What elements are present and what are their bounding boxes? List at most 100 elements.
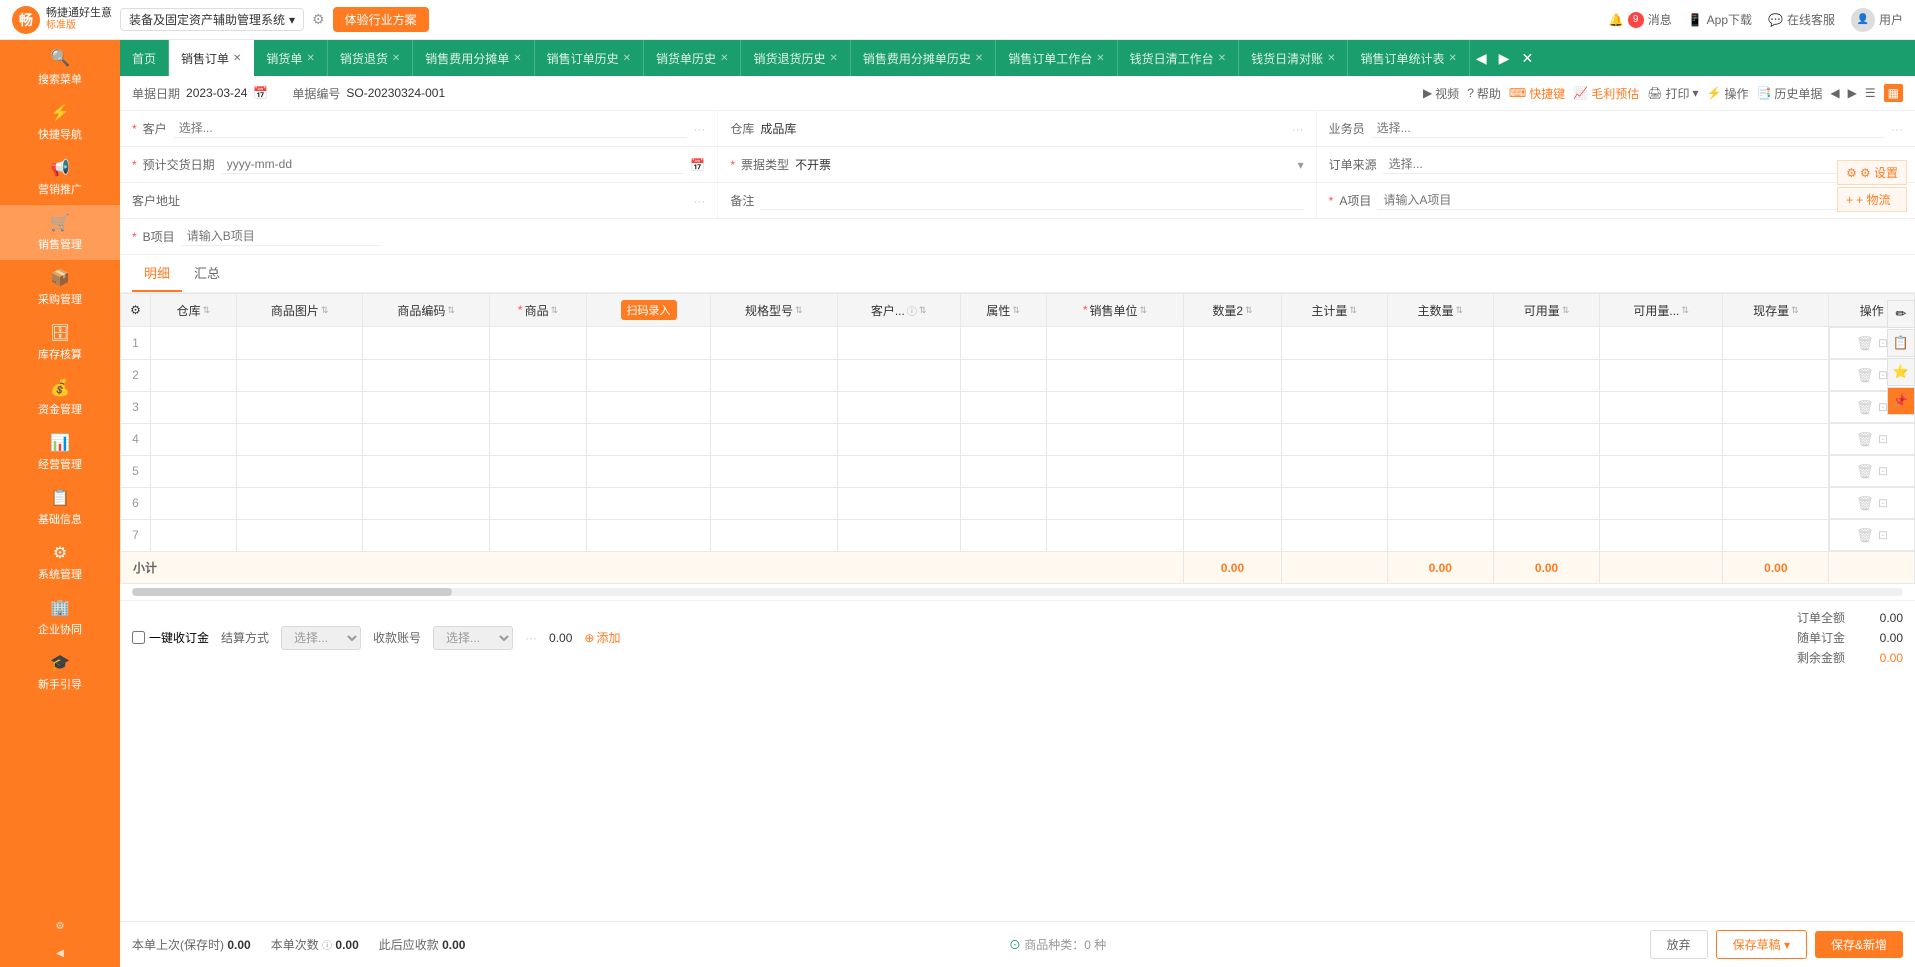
tab-sales-stats[interactable]: 销售订单统计表 ✕ (1348, 40, 1469, 76)
tab-close-cash-clear[interactable]: ✕ (1218, 53, 1226, 64)
warehouse-more-icon[interactable]: ··· (1292, 122, 1304, 136)
cell-spec[interactable] (710, 359, 837, 391)
tab-sales-ret-hist[interactable]: 销货单历史 ✕ (644, 40, 741, 76)
side-edit-btn[interactable]: ✏ (1887, 300, 1915, 328)
add-logistics-btn[interactable]: + + 物流 (1837, 187, 1907, 212)
scrollbar-thumb[interactable] (132, 588, 452, 596)
sidebar-item-search[interactable]: 🔍 搜索菜单 (0, 40, 120, 95)
view-list-btn[interactable]: ☰ (1865, 86, 1876, 100)
sidebar-item-finance[interactable]: 💰 资金管理 (0, 370, 120, 425)
operate-btn[interactable]: ⚡ 操作 (1706, 85, 1748, 102)
tab-close-sales-history[interactable]: ✕ (623, 53, 631, 64)
one-click-checkbox[interactable]: 一键收订金 (132, 629, 209, 646)
cell-customer-code[interactable] (837, 327, 960, 360)
cell-warehouse[interactable] (151, 455, 237, 487)
cell-qty2[interactable] (1184, 391, 1281, 423)
tab-cash-account[interactable]: 钱货日清对账 ✕ (1239, 40, 1348, 76)
tab-nav-close[interactable]: ✕ (1515, 50, 1539, 67)
cell-spec[interactable] (710, 487, 837, 519)
cell-main-qty[interactable] (1387, 423, 1493, 455)
delete-icon[interactable]: 🗑 (1856, 367, 1874, 384)
cell-unit[interactable] (1046, 391, 1184, 423)
cell-unit[interactable] (1046, 327, 1184, 360)
copy-row-icon[interactable]: ⊡ (1878, 528, 1888, 542)
history-btn[interactable]: 📑 历史单据 (1756, 85, 1822, 102)
cell-warehouse[interactable] (151, 327, 237, 360)
cell-attr[interactable] (960, 423, 1046, 455)
cell-attr[interactable] (960, 519, 1046, 552)
delete-icon[interactable]: 🗑 (1856, 431, 1874, 448)
sidebar-item-inventory[interactable]: 🗄 库存核算 (0, 315, 120, 370)
profit-btn[interactable]: 📈 毛利预估 (1573, 85, 1639, 102)
tab-nav-prev[interactable]: ◀ (1470, 50, 1493, 67)
tab-sales-fee-hist[interactable]: 销售费用分摊单历史 ✕ (851, 40, 996, 76)
sidebar-item-basic[interactable]: 📋 基础信息 (0, 480, 120, 535)
sidebar-item-system[interactable]: ⚙ 系统管理 (0, 535, 120, 590)
cell-attr[interactable] (960, 487, 1046, 519)
one-click-check[interactable] (132, 631, 145, 644)
delete-icon[interactable]: 🗑 (1856, 527, 1874, 544)
tab-close-sales-ret-hist[interactable]: ✕ (720, 53, 728, 64)
cell-attr[interactable] (960, 359, 1046, 391)
view-btn[interactable]: ▶ 视频 (1423, 85, 1459, 102)
cell-spec[interactable] (710, 455, 837, 487)
cell-warehouse[interactable] (151, 519, 237, 552)
cell-customer-code[interactable] (837, 359, 960, 391)
bank-select[interactable]: 选择... (433, 626, 513, 650)
cell-product[interactable] (489, 487, 586, 519)
delivery-calendar-icon[interactable]: 📅 (690, 158, 705, 172)
cell-qty2[interactable] (1184, 327, 1281, 360)
project-a-input[interactable] (1377, 191, 1903, 210)
cell-main-qty[interactable] (1387, 487, 1493, 519)
delete-icon[interactable]: 🗑 (1856, 495, 1874, 512)
print-btn[interactable]: 🖨 打印 ▾ (1647, 85, 1698, 102)
cell-product[interactable] (489, 455, 586, 487)
sidebar-item-purchase[interactable]: 📦 采购管理 (0, 260, 120, 315)
sidebar-item-sales[interactable]: 🛒 销售管理 (0, 205, 120, 260)
tab-close-sales-refund-hist[interactable]: ✕ (829, 53, 837, 64)
cell-spec[interactable] (710, 519, 837, 552)
cell-spec[interactable] (710, 327, 837, 360)
cell-qty2[interactable] (1184, 423, 1281, 455)
tab-close-sales-order[interactable]: ✕ (233, 53, 241, 64)
cell-product[interactable] (489, 423, 586, 455)
staff-input[interactable] (1371, 119, 1885, 138)
tab-cash-clear[interactable]: 钱货日清工作台 ✕ (1118, 40, 1239, 76)
cell-unit[interactable] (1046, 455, 1184, 487)
tab-sales-fee[interactable]: 销售费用分摊单 ✕ (413, 40, 534, 76)
cell-qty2[interactable] (1184, 519, 1281, 552)
cell-code[interactable] (363, 391, 490, 423)
cell-main-qty[interactable] (1387, 391, 1493, 423)
tab-summary[interactable]: 汇总 (182, 255, 232, 292)
delete-icon[interactable]: 🗑 (1856, 399, 1874, 416)
scan-btn[interactable]: 扫码录入 (621, 300, 677, 320)
copy-row-icon[interactable]: ⊡ (1878, 496, 1888, 510)
cell-warehouse[interactable] (151, 423, 237, 455)
addr-more-icon[interactable]: ··· (693, 194, 705, 208)
save-btn[interactable]: 保存&新增 (1815, 931, 1903, 958)
shortcut-btn[interactable]: ⌨ 快捷键 (1509, 85, 1565, 102)
add-btn[interactable]: ⊕ 添加 (584, 629, 620, 646)
cell-attr[interactable] (960, 327, 1046, 360)
cell-unit[interactable] (1046, 423, 1184, 455)
cell-attr[interactable] (960, 391, 1046, 423)
online-service-item[interactable]: 💬 在线客服 (1768, 11, 1835, 28)
cell-spec[interactable] (710, 423, 837, 455)
cell-spec[interactable] (710, 391, 837, 423)
tab-sales-return[interactable]: 销货单 ✕ (254, 40, 327, 76)
cell-code[interactable] (363, 359, 490, 391)
cell-unit[interactable] (1046, 359, 1184, 391)
cell-product[interactable] (489, 359, 586, 391)
tab-sales-workbench[interactable]: 销售订单工作台 ✕ (996, 40, 1117, 76)
app-download-item[interactable]: 📱 App下载 (1688, 11, 1752, 28)
side-star-btn[interactable]: ⭐ (1887, 358, 1915, 386)
cell-customer-code[interactable] (837, 519, 960, 552)
copy-row-icon[interactable]: ⊡ (1878, 432, 1888, 446)
user-item[interactable]: 👤 用户 (1851, 8, 1903, 32)
sidebar-item-marketing[interactable]: 📢 营销推广 (0, 150, 120, 205)
tab-detail[interactable]: 明细 (132, 255, 182, 292)
tab-sales-refund-hist[interactable]: 销货退货历史 ✕ (741, 40, 850, 76)
cell-code[interactable] (363, 487, 490, 519)
cell-code[interactable] (363, 519, 490, 552)
side-copy-btn[interactable]: 📋 (1887, 329, 1915, 357)
